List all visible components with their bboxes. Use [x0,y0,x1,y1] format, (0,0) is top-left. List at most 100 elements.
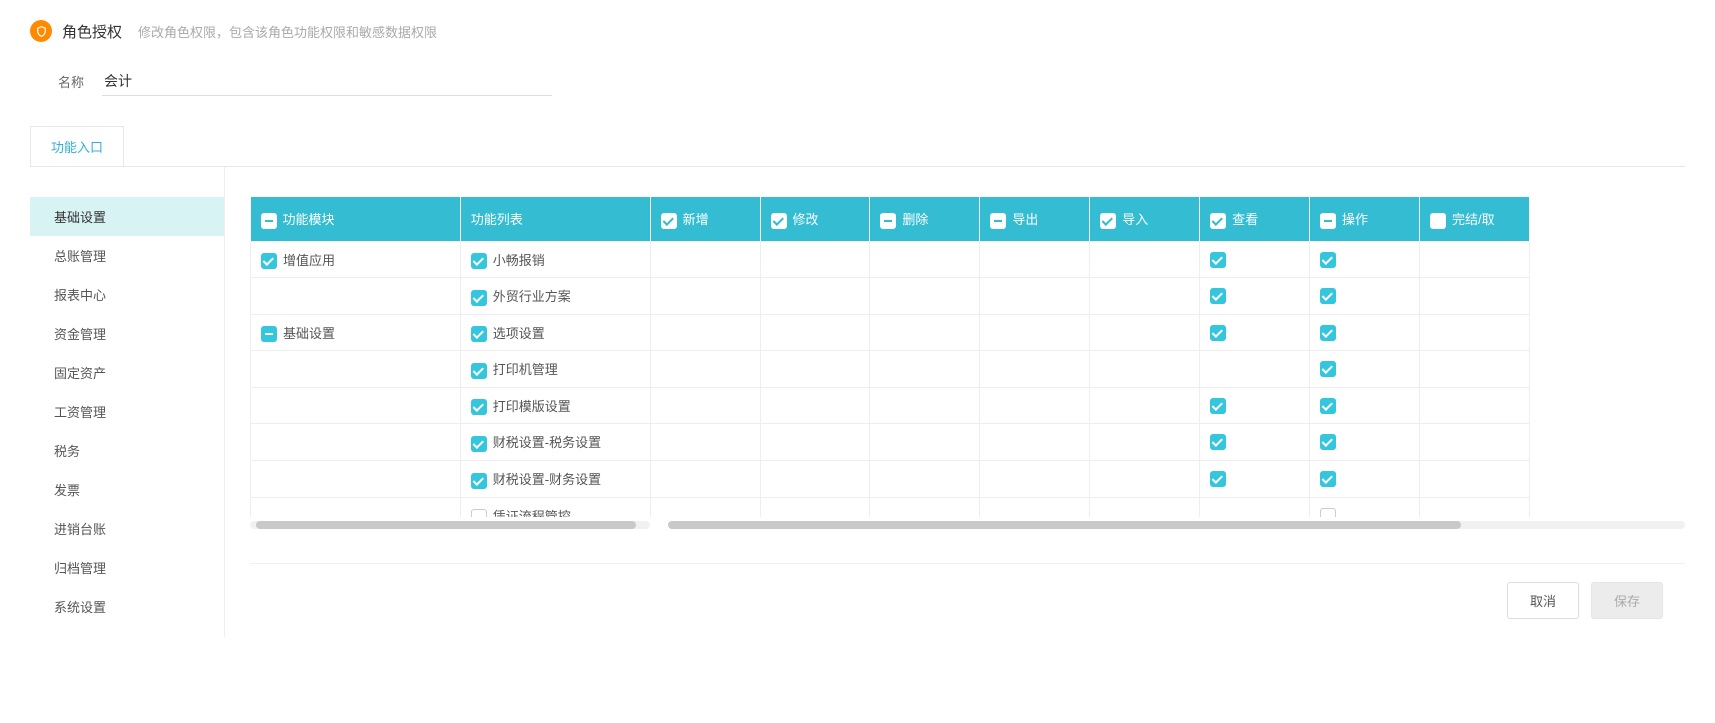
hscroll-thumb-right[interactable] [668,521,1461,529]
page-title: 角色授权 [62,21,122,42]
col-header-label: 查看 [1232,212,1258,227]
cell-action-7 [1419,351,1529,388]
shield-icon [30,20,52,42]
checkbox[interactable] [471,253,487,269]
checkbox[interactable] [1210,288,1226,304]
checkbox[interactable] [1210,471,1226,487]
checkbox[interactable] [1210,252,1226,268]
tabs: 功能入口 [30,126,1685,167]
table-row: 打印模版设置 [251,387,1530,424]
checkbox[interactable] [1320,434,1336,450]
save-button[interactable]: 保存 [1591,582,1663,619]
sidebar-item-4[interactable]: 固定资产 [30,353,224,392]
cell-feature: 打印机管理 [460,351,650,388]
checkbox[interactable] [471,326,487,342]
cell-action-6 [1310,278,1420,315]
cell-action-5 [1200,351,1310,388]
col-header-1: 功能列表 [460,197,650,241]
sidebar-item-0[interactable]: 基础设置 [30,197,224,236]
checkbox[interactable] [471,473,487,489]
cell-action-0 [650,241,760,278]
checkbox[interactable] [771,213,787,229]
permissions-table: 功能模块功能列表新增修改删除导出导入查看操作完结/取 增值应用小畅报销外贸行业方… [250,197,1530,517]
hscroll-thumb-left[interactable] [256,521,636,529]
cell-action-7 [1419,387,1529,424]
cell-action-0 [650,314,760,351]
cell-action-2 [870,387,980,424]
checkbox[interactable] [1210,434,1226,450]
cell-action-7 [1419,424,1529,461]
sidebar-item-1[interactable]: 总账管理 [30,236,224,275]
checkbox[interactable] [1320,508,1336,517]
name-input[interactable] [102,67,552,96]
checkbox[interactable] [471,509,487,517]
cell-action-6 [1310,424,1420,461]
checkbox[interactable] [471,290,487,306]
checkbox[interactable] [261,326,277,342]
cell-action-2 [870,278,980,315]
checkbox[interactable] [1210,325,1226,341]
checkbox[interactable] [261,213,277,229]
cell-action-1 [760,424,870,461]
cell-module [251,278,461,315]
feature-label: 打印模版设置 [493,399,571,414]
checkbox[interactable] [1320,325,1336,341]
feature-label: 财税设置-税务设置 [493,435,601,450]
checkbox[interactable] [471,399,487,415]
sidebar-item-2[interactable]: 报表中心 [30,275,224,314]
checkbox[interactable] [1430,213,1446,229]
cell-feature: 选项设置 [460,314,650,351]
checkbox[interactable] [661,213,677,229]
checkbox[interactable] [471,363,487,379]
cell-feature: 财税设置-税务设置 [460,424,650,461]
cell-module [251,424,461,461]
col-header-label: 功能模块 [283,212,335,227]
feature-label: 打印机管理 [493,362,558,377]
table-scroll[interactable]: 功能模块功能列表新增修改删除导出导入查看操作完结/取 增值应用小畅报销外贸行业方… [250,197,1685,517]
sidebar-item-9[interactable]: 归档管理 [30,548,224,587]
cell-module: 基础设置 [251,314,461,351]
sidebar-item-7[interactable]: 发票 [30,470,224,509]
cell-action-3 [980,497,1090,517]
cell-action-1 [760,497,870,517]
cell-action-1 [760,351,870,388]
checkbox[interactable] [1320,471,1336,487]
sidebar-item-3[interactable]: 资金管理 [30,314,224,353]
cell-feature: 财税设置-财务设置 [460,460,650,497]
checkbox[interactable] [1100,213,1116,229]
cell-action-0 [650,278,760,315]
checkbox[interactable] [261,253,277,269]
checkbox[interactable] [1210,398,1226,414]
col-header-3: 修改 [760,197,870,241]
sidebar-item-6[interactable]: 税务 [30,431,224,470]
hscroll-track-right[interactable] [668,521,1685,529]
sidebar-item-10[interactable]: 系统设置 [30,587,224,626]
sidebar-item-5[interactable]: 工资管理 [30,392,224,431]
sidebar-item-8[interactable]: 进销台账 [30,509,224,548]
cell-action-0 [650,351,760,388]
checkbox[interactable] [1320,252,1336,268]
cell-action-4 [1090,314,1200,351]
checkbox[interactable] [1320,288,1336,304]
cell-action-7 [1419,460,1529,497]
cell-action-3 [980,424,1090,461]
checkbox[interactable] [880,213,896,229]
checkbox[interactable] [990,213,1006,229]
hscroll-track-left[interactable] [250,521,650,529]
checkbox[interactable] [1210,213,1226,229]
col-header-2: 新增 [650,197,760,241]
cell-action-5 [1200,314,1310,351]
cell-action-1 [760,241,870,278]
cell-action-6 [1310,497,1420,517]
checkbox[interactable] [1320,361,1336,377]
tab-function-entry[interactable]: 功能入口 [30,126,124,166]
cancel-button[interactable]: 取消 [1507,582,1579,619]
checkbox[interactable] [471,436,487,452]
feature-label: 外贸行业方案 [493,289,571,304]
checkbox[interactable] [1320,398,1336,414]
checkbox[interactable] [1320,213,1336,229]
cell-action-6 [1310,387,1420,424]
cell-action-4 [1090,278,1200,315]
cell-action-3 [980,387,1090,424]
cell-action-7 [1419,241,1529,278]
